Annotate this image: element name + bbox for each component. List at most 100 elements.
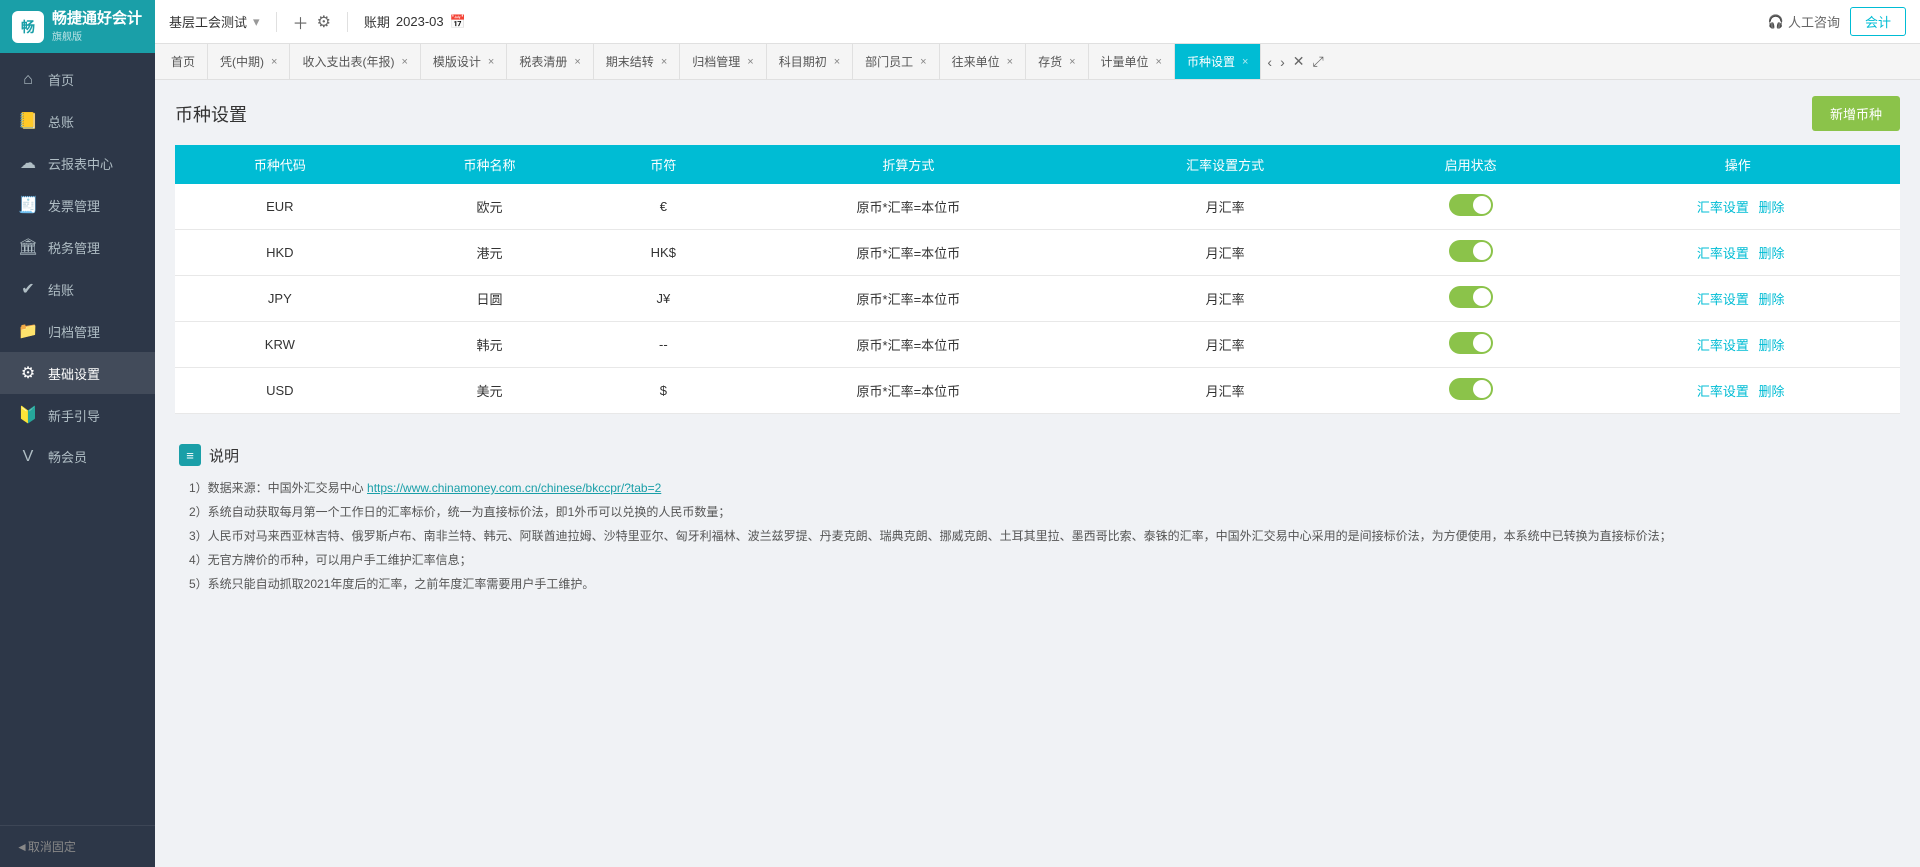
delete-link[interactable]: 删除 xyxy=(1759,292,1785,307)
table-row: USD 美元 $ 原币*汇率=本位币 月汇率 汇率设置 删除 xyxy=(175,368,1900,414)
sidebar-item-home[interactable]: ⌂ 首页 xyxy=(0,59,155,100)
tab-----[interactable]: 往来单位× xyxy=(940,44,1026,79)
rate-setting-link[interactable]: 汇率设置 xyxy=(1697,338,1749,353)
tab-label: 税表清册 xyxy=(519,53,567,70)
table-row: EUR 欧元 € 原币*汇率=本位币 月汇率 汇率设置 删除 xyxy=(175,184,1900,230)
tab-----[interactable]: 税表清册 × xyxy=(507,44,593,79)
cell-method: 原币*汇率=本位币 xyxy=(732,230,1084,276)
cell-code: HKD xyxy=(175,230,385,276)
tab-close-icon[interactable]: × xyxy=(271,56,277,68)
status-toggle[interactable] xyxy=(1449,240,1493,262)
tax-icon: 🏛 xyxy=(18,237,38,257)
sidebar-item-invoice[interactable]: 🧾发票管理 xyxy=(0,184,155,226)
sidebar-label-home: 首页 xyxy=(48,70,74,89)
col-header-币种代码: 币种代码 xyxy=(175,145,385,184)
tab-prev-button[interactable]: ‹ xyxy=(1263,54,1276,70)
member-icon: V xyxy=(18,448,38,466)
logo-icon: 畅 xyxy=(12,11,44,43)
topbar: 基层工会测试 ▾ ＋ ⚙ 账期 2023-03 📅 🎧 人工咨询 会计 xyxy=(155,0,1920,44)
tab-label: 计量单位 xyxy=(1101,53,1149,70)
sidebar-item-settings[interactable]: ⚙基础设置 xyxy=(0,352,155,394)
sidebar-label-checkout: 结账 xyxy=(48,280,74,299)
table-row: HKD 港元 HK$ 原币*汇率=本位币 月汇率 汇率设置 删除 xyxy=(175,230,1900,276)
tab-close-icon[interactable]: × xyxy=(401,56,407,68)
sidebar-item-tax[interactable]: 🏛税务管理 xyxy=(0,226,155,268)
tab-----[interactable]: 期末结转× xyxy=(594,44,680,79)
tab-----[interactable]: 计量单位 × xyxy=(1089,44,1175,79)
col-header-汇率设置方式: 汇率设置方式 xyxy=(1084,145,1365,184)
delete-link[interactable]: 删除 xyxy=(1759,246,1785,261)
sidebar-item-guide[interactable]: 🔰新手引导 xyxy=(0,394,155,436)
workspace-selector[interactable]: 基层工会测试 ▾ xyxy=(169,12,260,31)
sidebar-item-member[interactable]: V畅会员 xyxy=(0,436,155,477)
tab-----[interactable]: 科目期初× xyxy=(767,44,853,79)
sidebar-item-archive[interactable]: 📁归档管理 xyxy=(0,310,155,352)
delete-link[interactable]: 删除 xyxy=(1759,338,1785,353)
tab---[interactable]: 首页 xyxy=(159,44,208,79)
tab-close-icon[interactable]: × xyxy=(661,56,667,68)
delete-link[interactable]: 删除 xyxy=(1759,384,1785,399)
tab-----[interactable]: 币种设置× xyxy=(1175,44,1261,79)
reports-icon: ☁ xyxy=(18,153,38,173)
home-icon: ⌂ xyxy=(18,71,38,89)
add-workspace-icon[interactable]: ＋ xyxy=(293,10,309,34)
cell-symbol: HK$ xyxy=(594,230,732,276)
headset-icon: 🎧 xyxy=(1768,14,1784,30)
sidebar-pin-toggle[interactable]: ◄取消固定 xyxy=(0,825,155,867)
tab-close-icon[interactable]: × xyxy=(488,56,494,68)
tab----------[interactable]: 收入支出表(年报) × xyxy=(290,44,420,79)
rate-setting-link[interactable]: 汇率设置 xyxy=(1697,384,1749,399)
sidebar-item-ledger[interactable]: 📒总账 xyxy=(0,100,155,142)
tab-close-icon[interactable]: × xyxy=(1242,56,1248,68)
calendar-icon[interactable]: 📅 xyxy=(450,14,466,30)
tab-----[interactable]: 模版设计× xyxy=(421,44,507,79)
topbar-divider-2 xyxy=(347,12,348,32)
status-toggle[interactable] xyxy=(1449,378,1493,400)
cell-code: USD xyxy=(175,368,385,414)
tab-close-icon[interactable]: × xyxy=(747,56,753,68)
topbar-period: 账期 2023-03 📅 xyxy=(364,12,466,31)
col-header-操作: 操作 xyxy=(1575,145,1900,184)
sidebar-item-checkout[interactable]: ✔结账 xyxy=(0,268,155,310)
tab-----[interactable]: 部门员工× xyxy=(853,44,939,79)
toggle-thumb xyxy=(1473,380,1491,398)
sidebar-item-reports[interactable]: ☁云报表中心 xyxy=(0,142,155,184)
tab-close-icon[interactable]: × xyxy=(1007,56,1013,68)
tab---[interactable]: 存货 × xyxy=(1026,44,1088,79)
delete-link[interactable]: 删除 xyxy=(1759,200,1785,215)
cell-status xyxy=(1366,230,1576,276)
settings-icon[interactable]: ⚙ xyxy=(317,12,331,32)
notes-icon: ≡ xyxy=(179,444,201,466)
status-toggle[interactable] xyxy=(1449,286,1493,308)
status-toggle[interactable] xyxy=(1449,194,1493,216)
rate-setting-link[interactable]: 汇率设置 xyxy=(1697,246,1749,261)
workspace-dropdown-icon[interactable]: ▾ xyxy=(253,14,260,30)
cell-status xyxy=(1366,276,1576,322)
cell-name: 港元 xyxy=(385,230,595,276)
tab------[interactable]: 凭(中期)× xyxy=(208,44,290,79)
tab-next-button[interactable]: › xyxy=(1276,54,1289,70)
tab-----[interactable]: 归档管理× xyxy=(680,44,766,79)
cell-code: EUR xyxy=(175,184,385,230)
notes-list: 1）数据来源：中国外汇交易中心 https://www.chinamoney.c… xyxy=(179,476,1896,596)
tab-close-icon[interactable]: × xyxy=(920,56,926,68)
rate-setting-link[interactable]: 汇率设置 xyxy=(1697,292,1749,307)
notes-link[interactable]: https://www.chinamoney.com.cn/chinese/bk… xyxy=(367,481,661,495)
cell-rate-method: 月汇率 xyxy=(1084,230,1365,276)
tab-close-all-button[interactable]: ✕ xyxy=(1289,53,1309,70)
tab-close-icon[interactable]: × xyxy=(574,56,580,68)
tab-expand-button[interactable]: ⤢ xyxy=(1309,53,1328,70)
cell-symbol: -- xyxy=(594,322,732,368)
sidebar-label-archive: 归档管理 xyxy=(48,322,100,341)
tab-label: 收入支出表(年报) xyxy=(302,53,394,70)
tab-label: 存货 xyxy=(1038,53,1062,70)
tab-close-icon[interactable]: × xyxy=(834,56,840,68)
user-role-button[interactable]: 会计 xyxy=(1850,7,1906,36)
tab-close-icon[interactable]: × xyxy=(1069,56,1075,68)
rate-setting-link[interactable]: 汇率设置 xyxy=(1697,200,1749,215)
note-item-5: 5）系统只能自动抓取2021年度后的汇率，之前年度汇率需要用户手工维护。 xyxy=(189,572,1896,596)
new-currency-button[interactable]: 新增币种 xyxy=(1812,96,1900,131)
help-button[interactable]: 🎧 人工咨询 xyxy=(1768,12,1840,31)
status-toggle[interactable] xyxy=(1449,332,1493,354)
tab-close-icon[interactable]: × xyxy=(1156,56,1162,68)
